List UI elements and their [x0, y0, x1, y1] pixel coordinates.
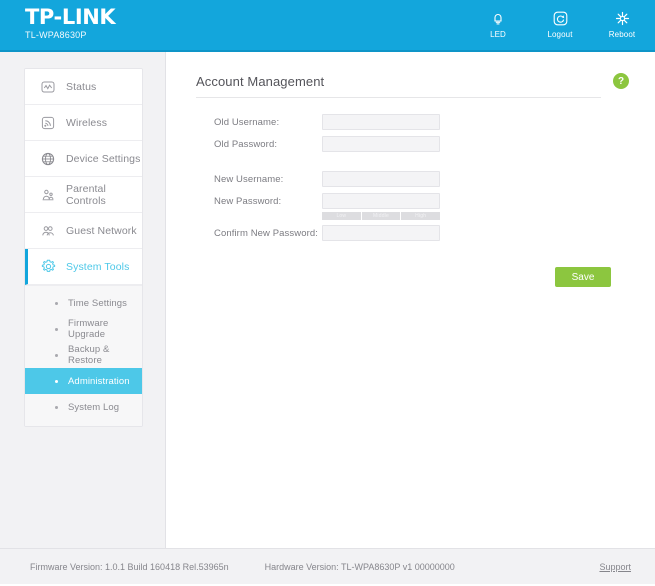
- sidebar-item-system-tools[interactable]: System Tools: [25, 249, 142, 285]
- submenu-item-time-settings[interactable]: Time Settings: [25, 290, 142, 316]
- hardware-version: Hardware Version: TL-WPA8630P v1 0000000…: [264, 561, 455, 572]
- logout-icon: [539, 9, 581, 28]
- status-icon: [39, 79, 57, 95]
- confirm-new-password-input[interactable]: [322, 225, 440, 241]
- submenu-item-label: Firmware Upgrade: [68, 318, 109, 340]
- old-password-label: Old Password:: [214, 138, 278, 150]
- sidebar-item-label: Guest Network: [66, 224, 137, 237]
- account-management-form: Old Username: Old Password: New Username…: [196, 114, 629, 241]
- sidebar: Status Wireless Device Settings Parental…: [0, 52, 166, 548]
- old-username-row: Old Username:: [214, 114, 629, 130]
- new-username-row: New Username:: [214, 171, 629, 187]
- strength-segment-high: High: [401, 212, 441, 220]
- new-password-input[interactable]: [322, 193, 440, 209]
- led-label: LED: [490, 30, 506, 39]
- submenu-item-backup-restore[interactable]: Backup & Restore: [25, 342, 142, 368]
- parental-controls-icon: [39, 187, 57, 203]
- led-icon: [477, 9, 519, 28]
- sidebar-item-parental-controls[interactable]: Parental Controls: [25, 177, 142, 213]
- save-button[interactable]: Save: [555, 267, 611, 287]
- old-password-input[interactable]: [322, 136, 440, 152]
- bullet-icon: [55, 405, 58, 409]
- confirm-new-password-label: Confirm New Password:: [214, 227, 318, 239]
- page-title: Account Management: [196, 74, 325, 89]
- logout-label: Logout: [547, 30, 573, 39]
- submenu-item-label: System Log: [68, 401, 120, 413]
- sidebar-item-label: Wireless: [66, 116, 108, 129]
- old-username-input[interactable]: [322, 114, 440, 130]
- sidebar-menu: Status Wireless Device Settings Parental…: [24, 68, 143, 427]
- submenu-item-system-log[interactable]: System Log: [25, 394, 142, 420]
- strength-segment-low: Low: [322, 212, 361, 220]
- sidebar-item-status[interactable]: Status: [25, 69, 142, 105]
- body-wrapper: Status Wireless Device Settings Parental…: [0, 52, 655, 548]
- sidebar-submenu: Time Settings Firmware Upgrade Backup & …: [25, 285, 142, 426]
- save-button-row: Save: [196, 267, 629, 287]
- panel-header: Account Management ?: [196, 73, 629, 97]
- device-model: TL-WPA8630P: [25, 30, 87, 40]
- firmware-version: Firmware Version: 1.0.1 Build 160418 Rel…: [30, 561, 229, 572]
- new-username-input[interactable]: [322, 171, 440, 187]
- sidebar-item-label: Device Settings: [66, 152, 141, 165]
- submenu-item-label: Administration: [68, 375, 130, 387]
- brand-logo: TP-LINK: [25, 5, 116, 29]
- brand-block: TP-LINK TL-WPA8630P: [25, 5, 116, 41]
- confirm-new-password-row: Confirm New Password:: [214, 225, 629, 241]
- sidebar-item-label: Parental Controls: [66, 182, 106, 207]
- strength-segment-middle: Middle: [361, 212, 401, 220]
- password-strength-meter: Low Middle High: [322, 212, 441, 220]
- new-password-label: New Password:: [214, 195, 282, 207]
- bullet-icon: [55, 301, 58, 305]
- logout-button[interactable]: Logout: [539, 9, 581, 39]
- sidebar-item-wireless[interactable]: Wireless: [25, 105, 142, 141]
- submenu-item-label: Backup & Restore: [68, 344, 110, 366]
- wireless-icon: [39, 115, 57, 131]
- app-header: TP-LINK TL-WPA8630P LED Logout Reboot: [0, 0, 655, 52]
- gear-icon: [39, 259, 57, 275]
- sidebar-item-label: Status: [66, 80, 97, 93]
- bullet-icon: [55, 327, 58, 331]
- new-password-row: New Password: Low Middle High: [214, 193, 629, 220]
- new-username-label: New Username:: [214, 173, 284, 185]
- reboot-label: Reboot: [608, 30, 636, 39]
- app-footer: Firmware Version: 1.0.1 Build 160418 Rel…: [0, 548, 655, 584]
- main-content: Account Management ? Old Username: Old P…: [166, 52, 655, 548]
- submenu-item-administration[interactable]: Administration: [25, 368, 142, 394]
- support-link[interactable]: Support: [599, 562, 631, 572]
- submenu-item-label: Time Settings: [68, 297, 128, 309]
- old-password-row: Old Password:: [214, 136, 629, 152]
- reboot-button[interactable]: Reboot: [601, 9, 643, 39]
- bullet-icon: [55, 379, 58, 383]
- title-divider: [196, 97, 601, 98]
- submenu-item-firmware-upgrade[interactable]: Firmware Upgrade: [25, 316, 142, 342]
- sidebar-item-label: System Tools: [66, 260, 130, 273]
- header-tools: LED Logout Reboot: [477, 9, 643, 39]
- sidebar-item-device-settings[interactable]: Device Settings: [25, 141, 142, 177]
- bullet-icon: [55, 353, 58, 357]
- guest-network-icon: [39, 223, 57, 239]
- help-button[interactable]: ?: [613, 73, 629, 89]
- sidebar-item-guest-network[interactable]: Guest Network: [25, 213, 142, 249]
- globe-icon: [39, 151, 57, 167]
- old-username-label: Old Username:: [214, 116, 280, 128]
- reboot-icon: [601, 9, 643, 28]
- led-button[interactable]: LED: [477, 9, 519, 39]
